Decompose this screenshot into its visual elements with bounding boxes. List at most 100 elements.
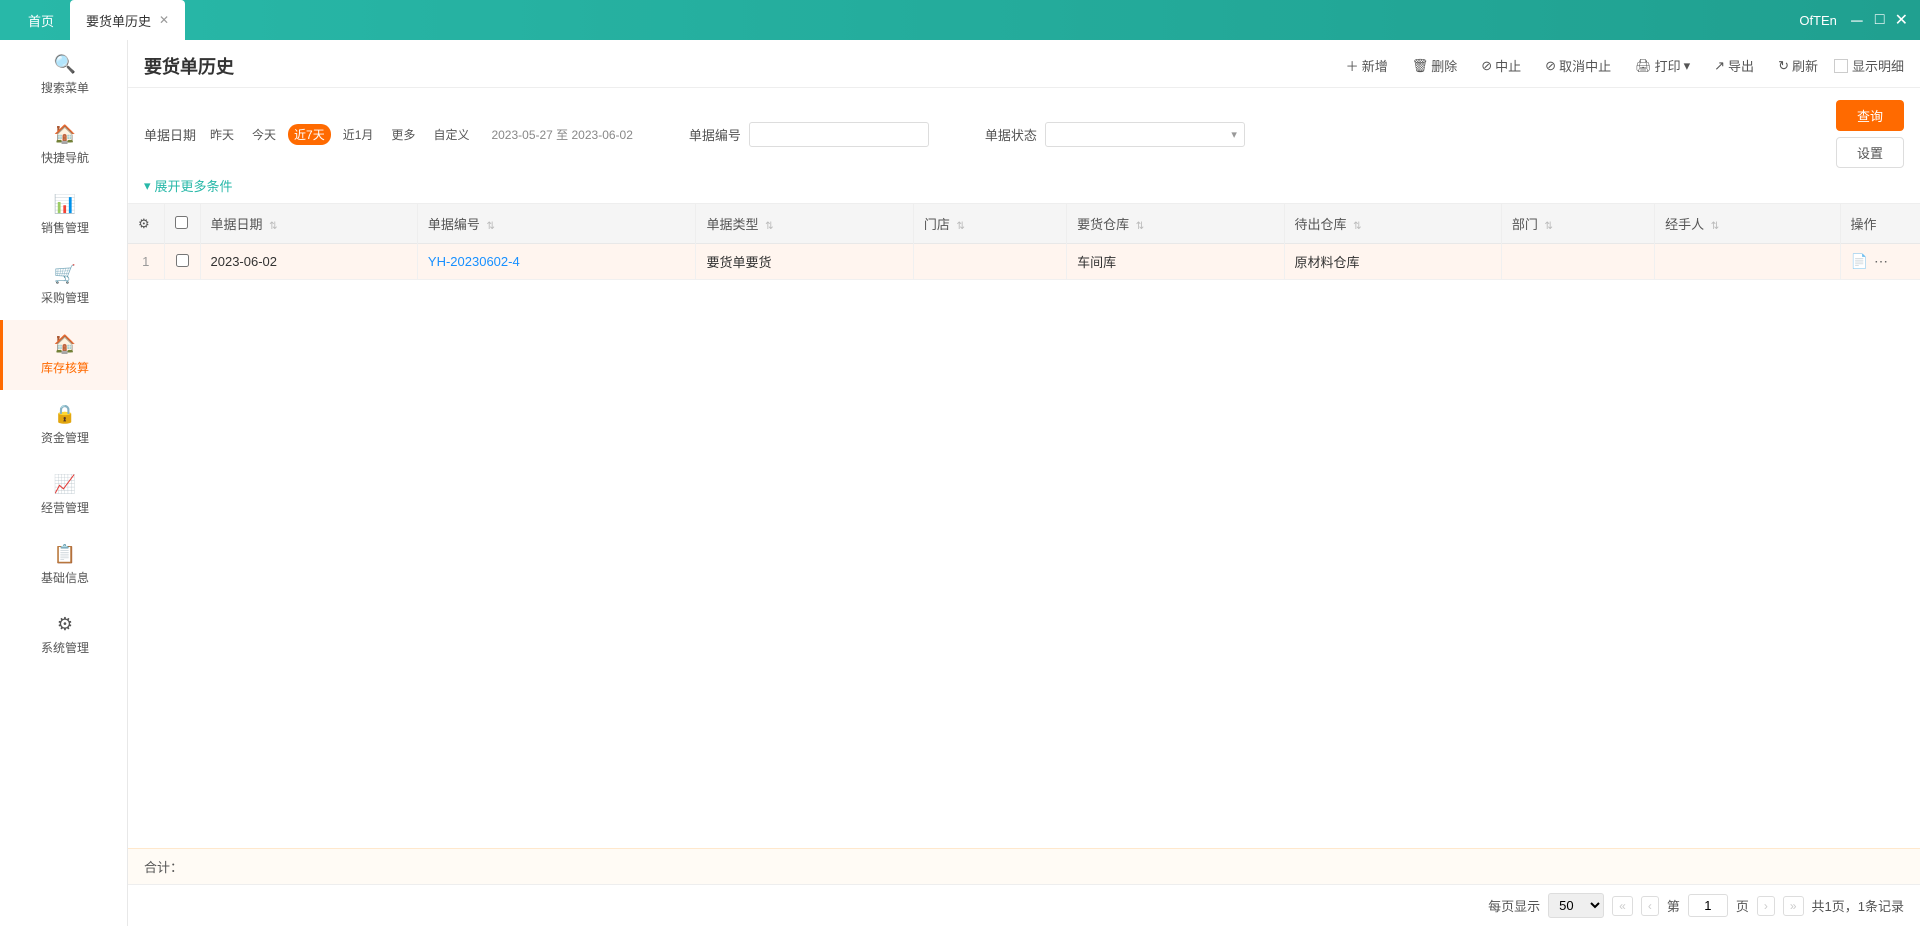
- sort-req-warehouse-icon[interactable]: ⇅: [1136, 221, 1144, 232]
- col-req-warehouse: 要货仓库 ⇅: [1067, 204, 1284, 244]
- col-handler-label: 经手人: [1665, 217, 1704, 232]
- delete-button[interactable]: 🗑 删除: [1404, 52, 1466, 79]
- system-mgmt-icon: ⚙: [57, 614, 73, 635]
- prev-page-btn[interactable]: ‹: [1641, 896, 1659, 916]
- display-detail-label: 显示明细: [1852, 56, 1904, 75]
- page-title: 要货单历史: [144, 53, 1338, 79]
- sidebar-item-operations-mgmt[interactable]: 📈 经营管理: [0, 460, 127, 530]
- export-button[interactable]: ↗ 导出: [1706, 52, 1762, 79]
- status-select[interactable]: [1045, 122, 1245, 147]
- tab-home[interactable]: 首页: [12, 0, 70, 40]
- sidebar-item-basic-info[interactable]: 📋 基础信息: [0, 530, 127, 600]
- page-suffix: 页: [1736, 896, 1749, 915]
- date-btn-custom[interactable]: 自定义: [427, 124, 475, 145]
- date-btn-more[interactable]: 更多: [385, 124, 421, 145]
- date-btn-1month[interactable]: 近1月: [337, 124, 380, 145]
- doc-no-input[interactable]: [749, 122, 929, 147]
- col-pending-warehouse: 待出仓库 ⇅: [1284, 204, 1501, 244]
- sort-pending-warehouse-icon[interactable]: ⇅: [1353, 221, 1361, 232]
- row-req-warehouse-1: 车间库: [1067, 244, 1284, 280]
- sort-doc-date-icon[interactable]: ⇅: [269, 221, 277, 232]
- sidebar-item-inventory[interactable]: 🏠 库存核算: [0, 320, 127, 390]
- col-actions: 操作: [1840, 204, 1920, 244]
- action-icons-1: 📄 ⋯: [1851, 253, 1911, 270]
- purchase-mgmt-icon: 🛒: [54, 264, 76, 285]
- expand-more-btn[interactable]: ▾ 展开更多条件: [144, 176, 1904, 195]
- query-button[interactable]: 查询: [1836, 100, 1904, 131]
- row-checkbox-input-1[interactable]: [176, 254, 189, 267]
- filter-actions: 查询 设置: [1836, 100, 1904, 168]
- row-actions-1: 📄 ⋯: [1840, 244, 1920, 280]
- display-detail-checkbox[interactable]: [1834, 59, 1848, 73]
- col-doc-no: 单据编号 ⇅: [417, 204, 696, 244]
- sidebar-item-sales-mgmt[interactable]: 📊 销售管理: [0, 180, 127, 250]
- page-prefix: 第: [1667, 896, 1680, 915]
- display-detail-toggle[interactable]: 显示明细: [1834, 56, 1904, 75]
- col-checkbox: [164, 204, 200, 244]
- operations-mgmt-icon: 📈: [54, 474, 76, 495]
- row-doc-date-1: 2023-06-02: [200, 244, 417, 280]
- settings-button[interactable]: 设置: [1836, 137, 1904, 168]
- row-checkbox-1: [164, 244, 200, 280]
- main-layout: 🔍 搜索菜单 🏠 快捷导航 📊 销售管理 🛒 采购管理 🏠 库存核算 🔒 资金管…: [0, 40, 1920, 926]
- minimize-icon[interactable]: －: [1849, 8, 1865, 32]
- row-doc-no-link-1[interactable]: YH-20230602-4: [428, 254, 520, 269]
- cancel-stop-button[interactable]: ⊘ 取消中止: [1537, 52, 1619, 79]
- export-label: 导出: [1728, 56, 1754, 75]
- date-btn-7days[interactable]: 近7天: [288, 124, 331, 145]
- sort-handler-icon[interactable]: ⇅: [1711, 221, 1719, 232]
- stop-icon: ⊘: [1481, 58, 1492, 74]
- page-size-select[interactable]: 10 20 50 100: [1548, 893, 1604, 918]
- last-page-btn[interactable]: »: [1783, 896, 1804, 916]
- search-menu-icon: 🔍: [54, 54, 76, 75]
- basic-info-icon: 📋: [54, 544, 76, 565]
- row-doc-type-1: 要货单要货: [696, 244, 913, 280]
- col-doc-type: 单据类型 ⇅: [696, 204, 913, 244]
- print-button[interactable]: 🖨 打印 ▾: [1627, 52, 1698, 79]
- date-btn-yesterday[interactable]: 昨天: [204, 124, 240, 145]
- maximize-icon[interactable]: □: [1875, 11, 1885, 29]
- tab-requisition-history[interactable]: 要货单历史 ✕: [70, 0, 185, 40]
- table-area: ⚙ 单据日期 ⇅ 单据编号 ⇅: [128, 204, 1920, 848]
- new-button[interactable]: ＋ 新增: [1338, 52, 1396, 79]
- sidebar-item-search-menu[interactable]: 🔍 搜索菜单: [0, 40, 127, 110]
- stop-button[interactable]: ⊘ 中止: [1473, 52, 1529, 79]
- sort-store-icon[interactable]: ⇅: [957, 221, 965, 232]
- col-store-label: 门店: [924, 217, 950, 232]
- total-info: 共1页，1条记录: [1812, 896, 1904, 915]
- next-page-btn[interactable]: ›: [1757, 896, 1775, 916]
- refresh-button[interactable]: ↻ 刷新: [1770, 52, 1826, 79]
- top-right-controls: OfTEn － □ ✕: [1799, 8, 1908, 32]
- filter-bar: 单据日期 昨天 今天 近7天 近1月 更多 自定义 2023-05-27 至 2…: [128, 88, 1920, 204]
- date-btn-today[interactable]: 今天: [246, 124, 282, 145]
- refresh-icon: ↻: [1778, 58, 1789, 74]
- date-filter-label: 单据日期: [144, 125, 196, 144]
- print-chevron-icon: ▾: [1684, 58, 1691, 74]
- sort-department-icon[interactable]: ⇅: [1545, 221, 1553, 232]
- sidebar-item-purchase-mgmt[interactable]: 🛒 采购管理: [0, 250, 127, 320]
- col-req-warehouse-label: 要货仓库: [1077, 217, 1129, 232]
- sidebar-item-search-menu-label: 搜索菜单: [41, 79, 89, 96]
- tab-label: 要货单历史: [86, 11, 151, 30]
- page-input[interactable]: [1688, 894, 1728, 917]
- sidebar-item-quick-nav[interactable]: 🏠 快捷导航: [0, 110, 127, 180]
- cancel-stop-icon: ⊘: [1545, 58, 1556, 74]
- close-icon[interactable]: ✕: [1895, 10, 1908, 30]
- sidebar-item-system-mgmt[interactable]: ⚙ 系统管理: [0, 600, 127, 670]
- sidebar: 🔍 搜索菜单 🏠 快捷导航 📊 销售管理 🛒 采购管理 🏠 库存核算 🔒 资金管…: [0, 40, 128, 926]
- settings-gear-icon[interactable]: ⚙: [138, 216, 150, 231]
- sort-doc-type-icon[interactable]: ⇅: [765, 221, 773, 232]
- row-more-icon-1[interactable]: ⋯: [1874, 253, 1888, 270]
- top-bar: 首页 要货单历史 ✕ OfTEn － □ ✕: [0, 0, 1920, 40]
- first-page-btn[interactable]: «: [1612, 896, 1633, 916]
- select-all-checkbox[interactable]: [175, 216, 188, 229]
- tab-close-icon[interactable]: ✕: [159, 13, 169, 27]
- doc-no-label: 单据编号: [689, 125, 741, 144]
- data-table: ⚙ 单据日期 ⇅ 单据编号 ⇅: [128, 204, 1920, 280]
- row-edit-icon-1[interactable]: 📄: [1851, 253, 1868, 270]
- expand-more-label: 展开更多条件: [155, 176, 233, 195]
- sort-doc-no-icon[interactable]: ⇅: [487, 221, 495, 232]
- status-select-wrapper: [1045, 122, 1245, 147]
- row-pending-warehouse-1: 原材料仓库: [1284, 244, 1501, 280]
- sidebar-item-finance-mgmt[interactable]: 🔒 资金管理: [0, 390, 127, 460]
